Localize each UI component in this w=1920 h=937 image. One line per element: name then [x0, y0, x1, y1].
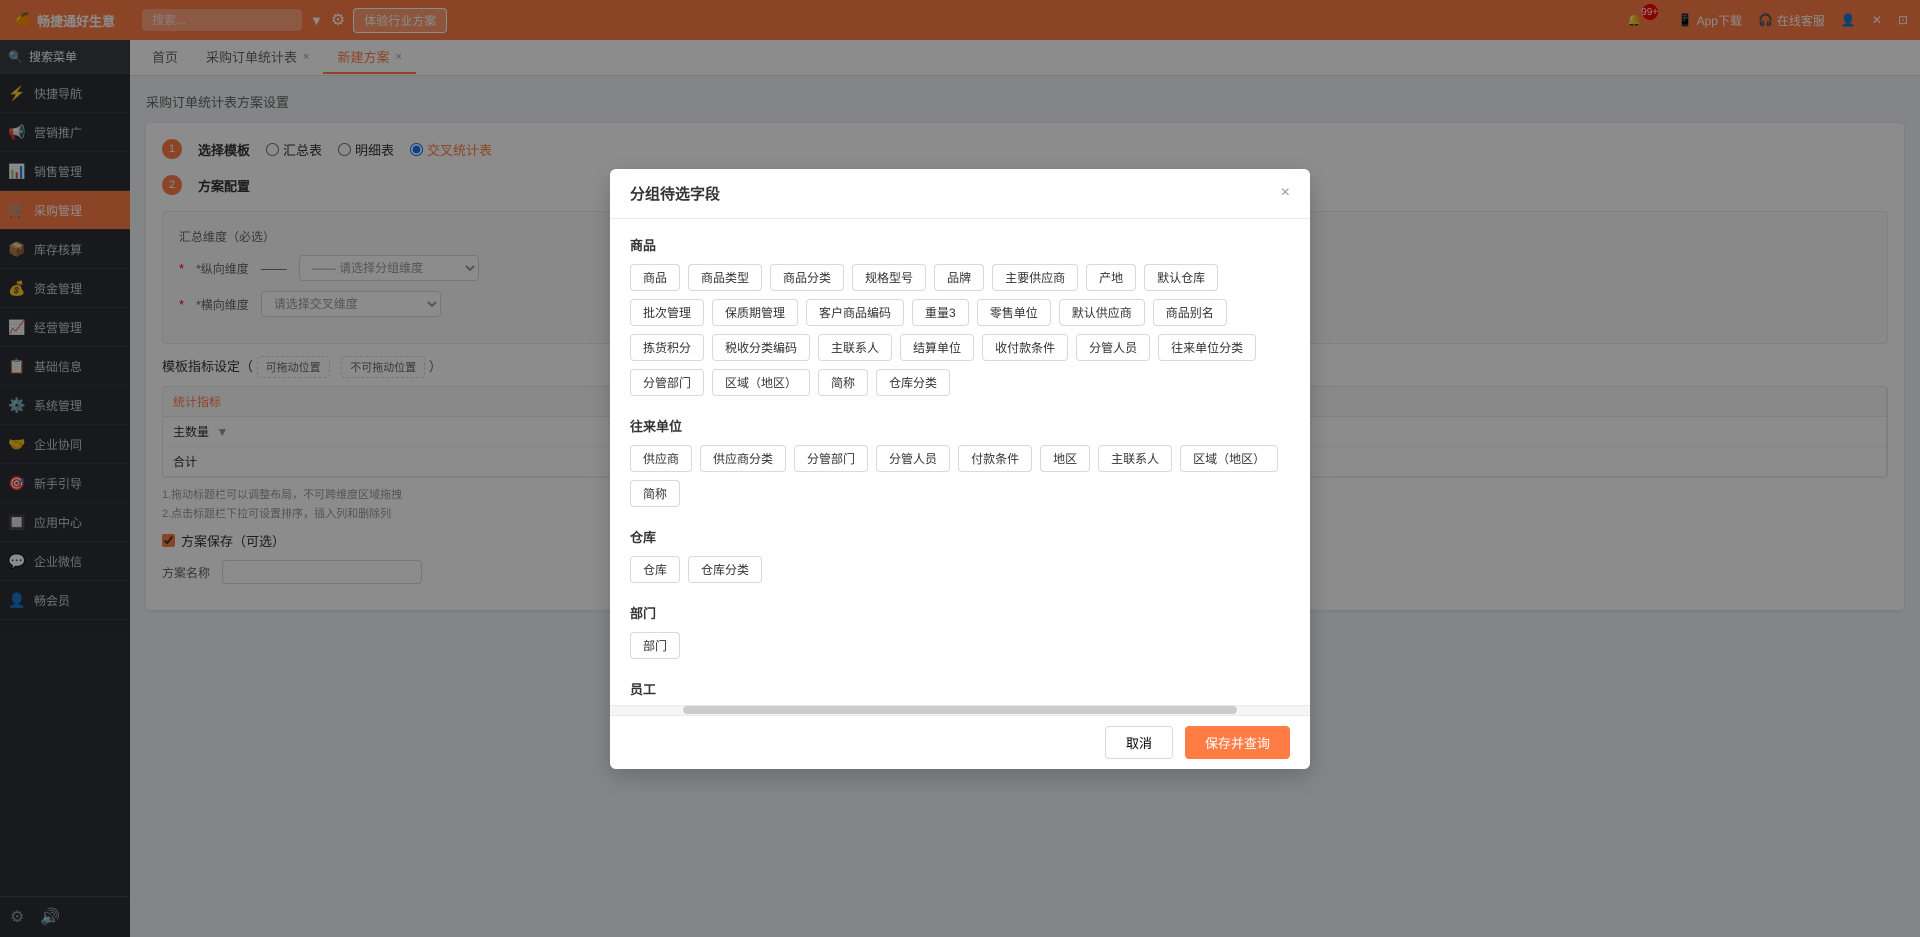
- field-group-部门: 部门部门: [630, 603, 1290, 659]
- field-group-title-4: 员工: [630, 679, 1290, 698]
- field-tag-2-1[interactable]: 仓库分类: [688, 556, 762, 583]
- field-tag-0-14[interactable]: 商品别名: [1153, 299, 1227, 326]
- field-tag-0-21[interactable]: 往来单位分类: [1158, 334, 1256, 361]
- modal-header: 分组待选字段 ×: [610, 169, 1310, 219]
- field-tag-0-19[interactable]: 收付款条件: [982, 334, 1068, 361]
- field-tag-0-23[interactable]: 区域（地区）: [712, 369, 810, 396]
- field-tag-0-9[interactable]: 保质期管理: [712, 299, 798, 326]
- field-tag-1-0[interactable]: 供应商: [630, 445, 692, 472]
- field-tag-0-2[interactable]: 商品分类: [770, 264, 844, 291]
- field-tag-0-11[interactable]: 重量3: [912, 299, 969, 326]
- field-tags-3: 部门: [630, 632, 1290, 659]
- field-tag-0-22[interactable]: 分管部门: [630, 369, 704, 396]
- modal-dialog: 分组待选字段 × 商品商品商品类型商品分类规格型号品牌主要供应商产地默认仓库批次…: [610, 169, 1310, 769]
- field-group-title-2: 仓库: [630, 527, 1290, 546]
- field-tag-0-3[interactable]: 规格型号: [852, 264, 926, 291]
- field-group-员工: 员工业务员: [630, 679, 1290, 706]
- modal-confirm-btn[interactable]: 保存并查询: [1185, 726, 1290, 759]
- field-tag-0-5[interactable]: 主要供应商: [992, 264, 1078, 291]
- modal-body: 商品商品商品类型商品分类规格型号品牌主要供应商产地默认仓库批次管理保质期管理客户…: [610, 219, 1310, 706]
- field-tags-1: 供应商供应商分类分管部门分管人员付款条件地区主联系人区域（地区） 简称: [630, 445, 1290, 507]
- field-tag-0-13[interactable]: 默认供应商: [1059, 299, 1145, 326]
- field-tag-0-25[interactable]: 仓库分类: [876, 369, 950, 396]
- field-tag-0-16[interactable]: 税收分类编码: [712, 334, 810, 361]
- field-tag-1-6[interactable]: 主联系人: [1098, 445, 1172, 472]
- modal-hscroll-thumb: [683, 706, 1237, 714]
- field-tag-1-5[interactable]: 地区: [1040, 445, 1090, 472]
- field-tag-0-8[interactable]: 批次管理: [630, 299, 704, 326]
- modal-close-btn[interactable]: ×: [1281, 184, 1290, 202]
- field-tag-1-3[interactable]: 分管人员: [876, 445, 950, 472]
- field-tag-1-8[interactable]: 简称: [630, 480, 680, 507]
- modal-title: 分组待选字段: [630, 183, 720, 204]
- field-group-title-1: 往来单位: [630, 416, 1290, 435]
- field-tag-0-0[interactable]: 商品: [630, 264, 680, 291]
- field-tag-1-4[interactable]: 付款条件: [958, 445, 1032, 472]
- modal-hscrollbar[interactable]: [610, 705, 1310, 714]
- field-tag-1-7[interactable]: 区域（地区）: [1180, 445, 1278, 472]
- field-group-title-0: 商品: [630, 235, 1290, 254]
- field-tag-2-0[interactable]: 仓库: [630, 556, 680, 583]
- field-tag-0-7[interactable]: 默认仓库: [1144, 264, 1218, 291]
- field-tag-0-17[interactable]: 主联系人: [818, 334, 892, 361]
- field-tag-0-10[interactable]: 客户商品编码: [806, 299, 904, 326]
- field-tag-3-0[interactable]: 部门: [630, 632, 680, 659]
- field-tag-0-1[interactable]: 商品类型: [688, 264, 762, 291]
- field-tags-0: 商品商品类型商品分类规格型号品牌主要供应商产地默认仓库批次管理保质期管理客户商品…: [630, 264, 1290, 396]
- field-tag-0-24[interactable]: 简称: [818, 369, 868, 396]
- field-tag-0-6[interactable]: 产地: [1086, 264, 1136, 291]
- field-tag-0-12[interactable]: 零售单位: [977, 299, 1051, 326]
- field-tag-0-20[interactable]: 分管人员: [1076, 334, 1150, 361]
- field-group-商品: 商品商品商品类型商品分类规格型号品牌主要供应商产地默认仓库批次管理保质期管理客户…: [630, 235, 1290, 396]
- modal-cancel-btn[interactable]: 取消: [1105, 726, 1173, 759]
- field-group-title-3: 部门: [630, 603, 1290, 622]
- field-group-往来单位: 往来单位供应商供应商分类分管部门分管人员付款条件地区主联系人区域（地区） 简称: [630, 416, 1290, 507]
- field-tags-2: 仓库仓库分类: [630, 556, 1290, 583]
- field-tag-0-15[interactable]: 拣货积分: [630, 334, 704, 361]
- field-tag-0-4[interactable]: 品牌: [934, 264, 984, 291]
- field-group-仓库: 仓库仓库仓库分类: [630, 527, 1290, 583]
- modal-overlay[interactable]: 分组待选字段 × 商品商品商品类型商品分类规格型号品牌主要供应商产地默认仓库批次…: [0, 0, 1920, 937]
- field-tag-1-1[interactable]: 供应商分类: [700, 445, 786, 472]
- modal-footer: 取消 保存并查询: [610, 715, 1310, 769]
- field-tag-0-18[interactable]: 结算单位: [900, 334, 974, 361]
- field-tag-1-2[interactable]: 分管部门: [794, 445, 868, 472]
